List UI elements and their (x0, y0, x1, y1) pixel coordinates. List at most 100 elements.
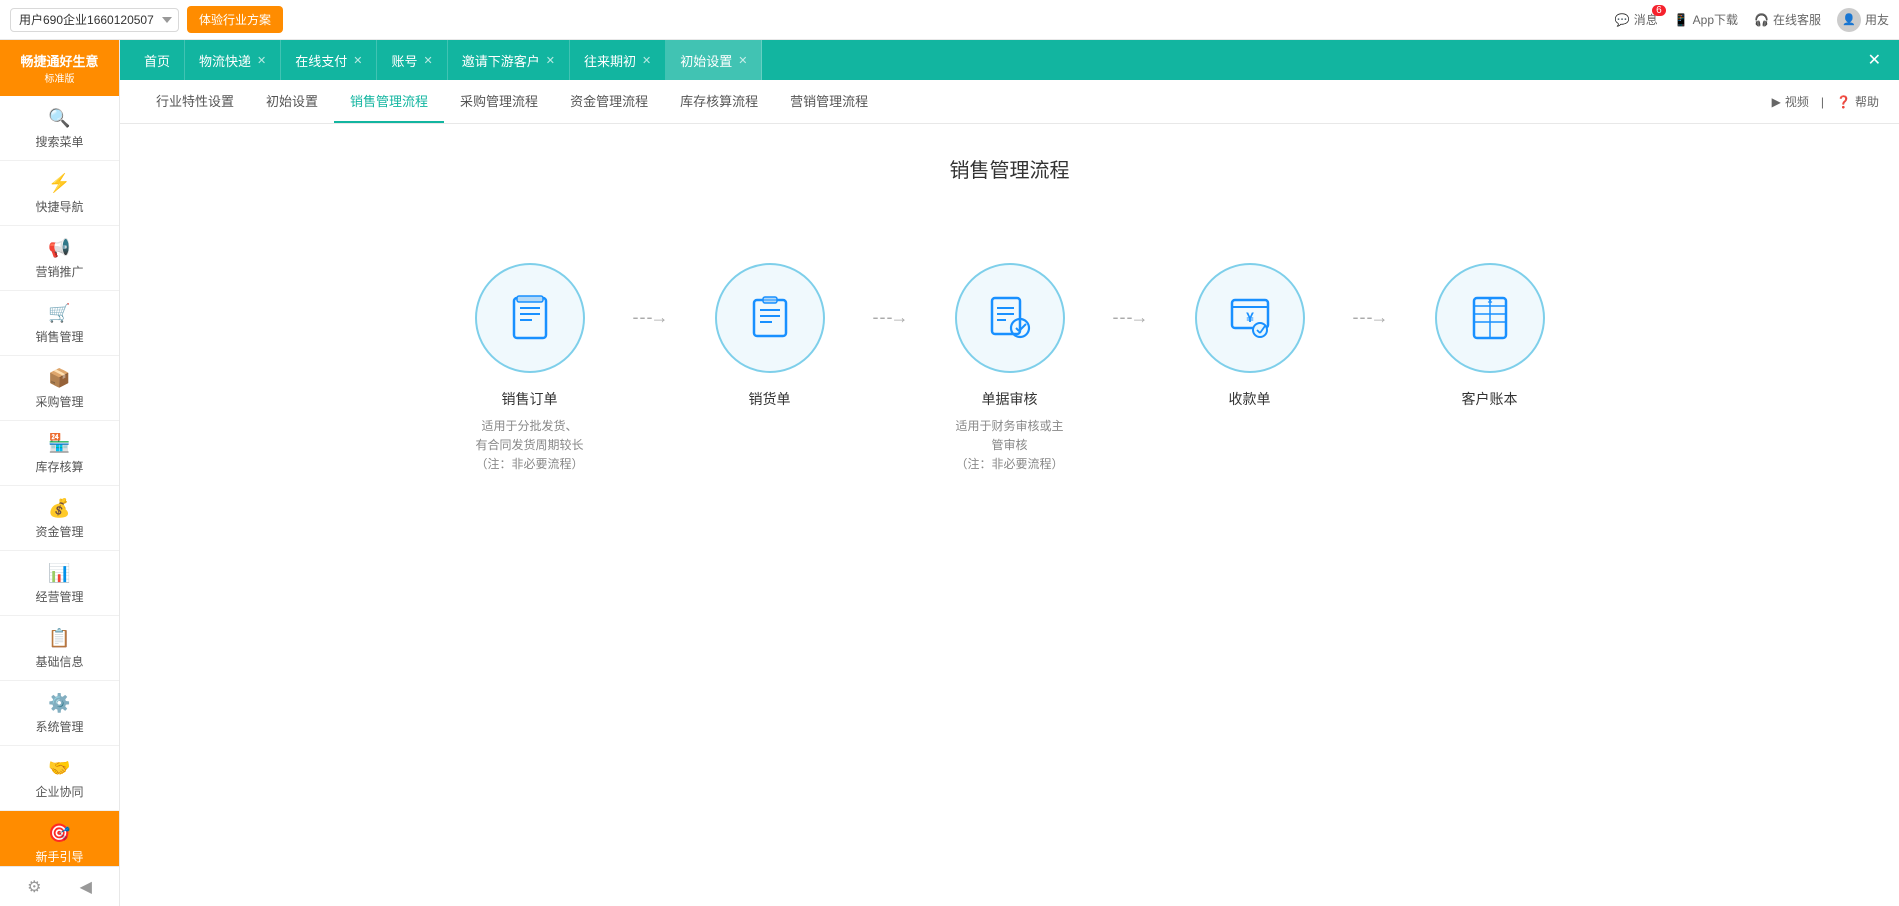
sidebar-item-system[interactable]: ⚙️ 系统管理 (0, 681, 119, 746)
sub-tab-label: 库存核算流程 (680, 91, 758, 110)
sidebar-item-quicknav[interactable]: ⚡ 快捷导航 (0, 161, 119, 226)
help-action[interactable]: ❓ 帮助 (1836, 93, 1879, 110)
svg-text:¥: ¥ (1486, 296, 1493, 306)
close-icon[interactable]: ✕ (353, 54, 362, 67)
main-layout: 畅捷通好生意 标准版 🔍 搜索菜单 ⚡ 快捷导航 📢 营销推广 🛒 销售管理 📦 (0, 40, 1899, 906)
flow-step-title: 销货单 (749, 389, 791, 409)
sidebar-item-inventory[interactable]: 🏪 库存核算 (0, 421, 119, 486)
video-label: 视频 (1785, 93, 1809, 110)
search-icon: 🔍 (48, 108, 70, 129)
app-download-label: App下载 (1693, 11, 1738, 28)
logo-main: 畅捷通好生意 (20, 51, 98, 70)
sidebar-item-label: 采购管理 (35, 393, 83, 410)
flow-step-sales-order[interactable]: 销售订单 适用于分批发货、有合同发货周期较长（注：非必要流程） (440, 263, 620, 475)
nav-tab-account[interactable]: 账号 ✕ (377, 40, 447, 80)
sub-tab-marketing-flow[interactable]: 营销管理流程 (774, 80, 884, 123)
flow-arrow-2: - - -→ (860, 263, 920, 328)
flow-arrow-4: - - -→ (1340, 263, 1400, 328)
nav-tab-logistics[interactable]: 物流快递 ✕ (185, 40, 281, 80)
help-icon: ❓ (1836, 95, 1851, 109)
sub-tab-initial[interactable]: 初始设置 (250, 80, 334, 123)
sub-tab-sales-flow[interactable]: 销售管理流程 (334, 80, 444, 123)
sidebar-item-label: 新手引导 (35, 848, 83, 865)
sub-tab-label: 初始设置 (266, 91, 318, 110)
nav-tab-label: 物流快递 (199, 51, 251, 70)
sub-tab-finance-flow[interactable]: 资金管理流程 (554, 80, 664, 123)
nav-tab-home[interactable]: 首页 (130, 40, 185, 80)
newguide-icon: 🎯 (48, 823, 70, 844)
sidebar-item-operations[interactable]: 📊 经营管理 (0, 551, 119, 616)
sidebar-item-label: 库存核算 (35, 458, 83, 475)
arrow-dots: - - -→ (1113, 307, 1147, 328)
sub-tab-industry[interactable]: 行业特性设置 (140, 80, 250, 123)
sidebar-item-finance[interactable]: 💰 资金管理 (0, 486, 119, 551)
collapse-btn[interactable]: ◀ (80, 877, 92, 897)
sub-tab-actions: ▶ 视频 | ❓ 帮助 (1772, 93, 1879, 110)
sub-tab-purchase-flow[interactable]: 采购管理流程 (444, 80, 554, 123)
sidebar-items: 🔍 搜索菜单 ⚡ 快捷导航 📢 营销推广 🛒 销售管理 📦 采购管理 🏪 (0, 96, 119, 866)
marketing-icon: 📢 (48, 238, 70, 259)
avatar: 👤 (1837, 8, 1861, 32)
nav-tab-label: 账号 (391, 51, 417, 70)
help-label: 帮助 (1855, 93, 1879, 110)
close-icon[interactable]: ✕ (257, 54, 266, 67)
close-icon[interactable]: ✕ (424, 54, 433, 67)
nav-tab-payment[interactable]: 在线支付 ✕ (281, 40, 377, 80)
flow-step-title: 销售订单 (502, 389, 558, 409)
user-name-label: 用友 (1865, 11, 1889, 28)
nav-tab-label: 初始设置 (680, 51, 732, 70)
sub-tab-label: 营销管理流程 (790, 91, 868, 110)
sidebar-item-sales[interactable]: 🛒 销售管理 (0, 291, 119, 356)
online-service-item[interactable]: 🎧 在线客服 (1754, 11, 1821, 28)
close-icon[interactable]: ✕ (642, 54, 651, 67)
arrow-dots: - - -→ (633, 307, 667, 328)
nav-tab-initial[interactable]: 初始设置 ✕ (666, 40, 762, 80)
close-icon[interactable]: ✕ (546, 54, 555, 67)
sidebar-item-label: 企业协同 (35, 783, 83, 800)
flow-circle-receipt: ¥ (1195, 263, 1305, 373)
settings-btn[interactable]: ⚙ (27, 877, 41, 897)
enterprise-icon: 🤝 (48, 758, 70, 779)
video-action[interactable]: ▶ 视频 (1772, 93, 1809, 110)
flow-step-ledger[interactable]: ¥ 客户账本 (1400, 263, 1580, 417)
logo-sub: 标准版 (45, 70, 75, 85)
app-download-item[interactable]: 📱 App下载 (1674, 11, 1738, 28)
nav-tab-label: 在线支付 (295, 51, 347, 70)
sub-tab-label: 行业特性设置 (156, 91, 234, 110)
content-area: 首页 物流快递 ✕ 在线支付 ✕ 账号 ✕ 邀请下游客户 ✕ 往来期初 ✕ (120, 40, 1899, 906)
flow-step-delivery[interactable]: 销货单 (680, 263, 860, 417)
flow-circle-delivery (715, 263, 825, 373)
experience-btn[interactable]: 体验行业方案 (187, 6, 283, 33)
flow-step-title: 收款单 (1229, 389, 1271, 409)
sidebar-item-purchase[interactable]: 📦 采购管理 (0, 356, 119, 421)
sub-tabs: 行业特性设置 初始设置 销售管理流程 采购管理流程 资金管理流程 库存核算流程 … (120, 80, 1899, 124)
nav-tab-invite[interactable]: 邀请下游客户 ✕ (448, 40, 570, 80)
nav-tab-period[interactable]: 往来期初 ✕ (570, 40, 666, 80)
video-icon: ▶ (1772, 95, 1781, 109)
sidebar-item-enterprise[interactable]: 🤝 企业协同 (0, 746, 119, 811)
sub-tab-label: 资金管理流程 (570, 91, 648, 110)
operations-icon: 📊 (48, 563, 70, 584)
quicknav-icon: ⚡ (48, 173, 70, 194)
sidebar-item-basic[interactable]: 📋 基础信息 (0, 616, 119, 681)
sidebar: 畅捷通好生意 标准版 🔍 搜索菜单 ⚡ 快捷导航 📢 营销推广 🛒 销售管理 📦 (0, 40, 120, 906)
sidebar-item-search[interactable]: 🔍 搜索菜单 (0, 96, 119, 161)
flow-step-receipt[interactable]: ¥ 收款单 (1160, 263, 1340, 417)
user-item[interactable]: 👤 用友 (1837, 8, 1889, 32)
sidebar-item-marketing[interactable]: 📢 营销推广 (0, 226, 119, 291)
page-title: 销售管理流程 (140, 154, 1879, 183)
message-item[interactable]: 💬 消息 6 (1615, 11, 1658, 28)
sub-tab-inventory-flow[interactable]: 库存核算流程 (664, 80, 774, 123)
close-icon[interactable]: ✕ (738, 54, 747, 67)
sidebar-item-newguide[interactable]: 🎯 新手引导 (0, 811, 119, 866)
flow-circle-audit (955, 263, 1065, 373)
flow-step-audit[interactable]: 单据审核 适用于财务审核或主管审核（注：非必要流程） (920, 263, 1100, 475)
flow-diagram: 销售订单 适用于分批发货、有合同发货周期较长（注：非必要流程） - - -→ (140, 243, 1879, 495)
sidebar-item-label: 经营管理 (35, 588, 83, 605)
close-all-btn[interactable]: ✕ (1860, 50, 1889, 70)
sidebar-logo: 畅捷通好生意 标准版 (0, 40, 119, 96)
top-bar: 用户690企业1660120507 体验行业方案 💬 消息 6 📱 App下载 … (0, 0, 1899, 40)
user-select[interactable]: 用户690企业1660120507 (10, 8, 179, 32)
arrow-dots: - - -→ (873, 307, 907, 328)
sidebar-item-label: 销售管理 (35, 328, 83, 345)
